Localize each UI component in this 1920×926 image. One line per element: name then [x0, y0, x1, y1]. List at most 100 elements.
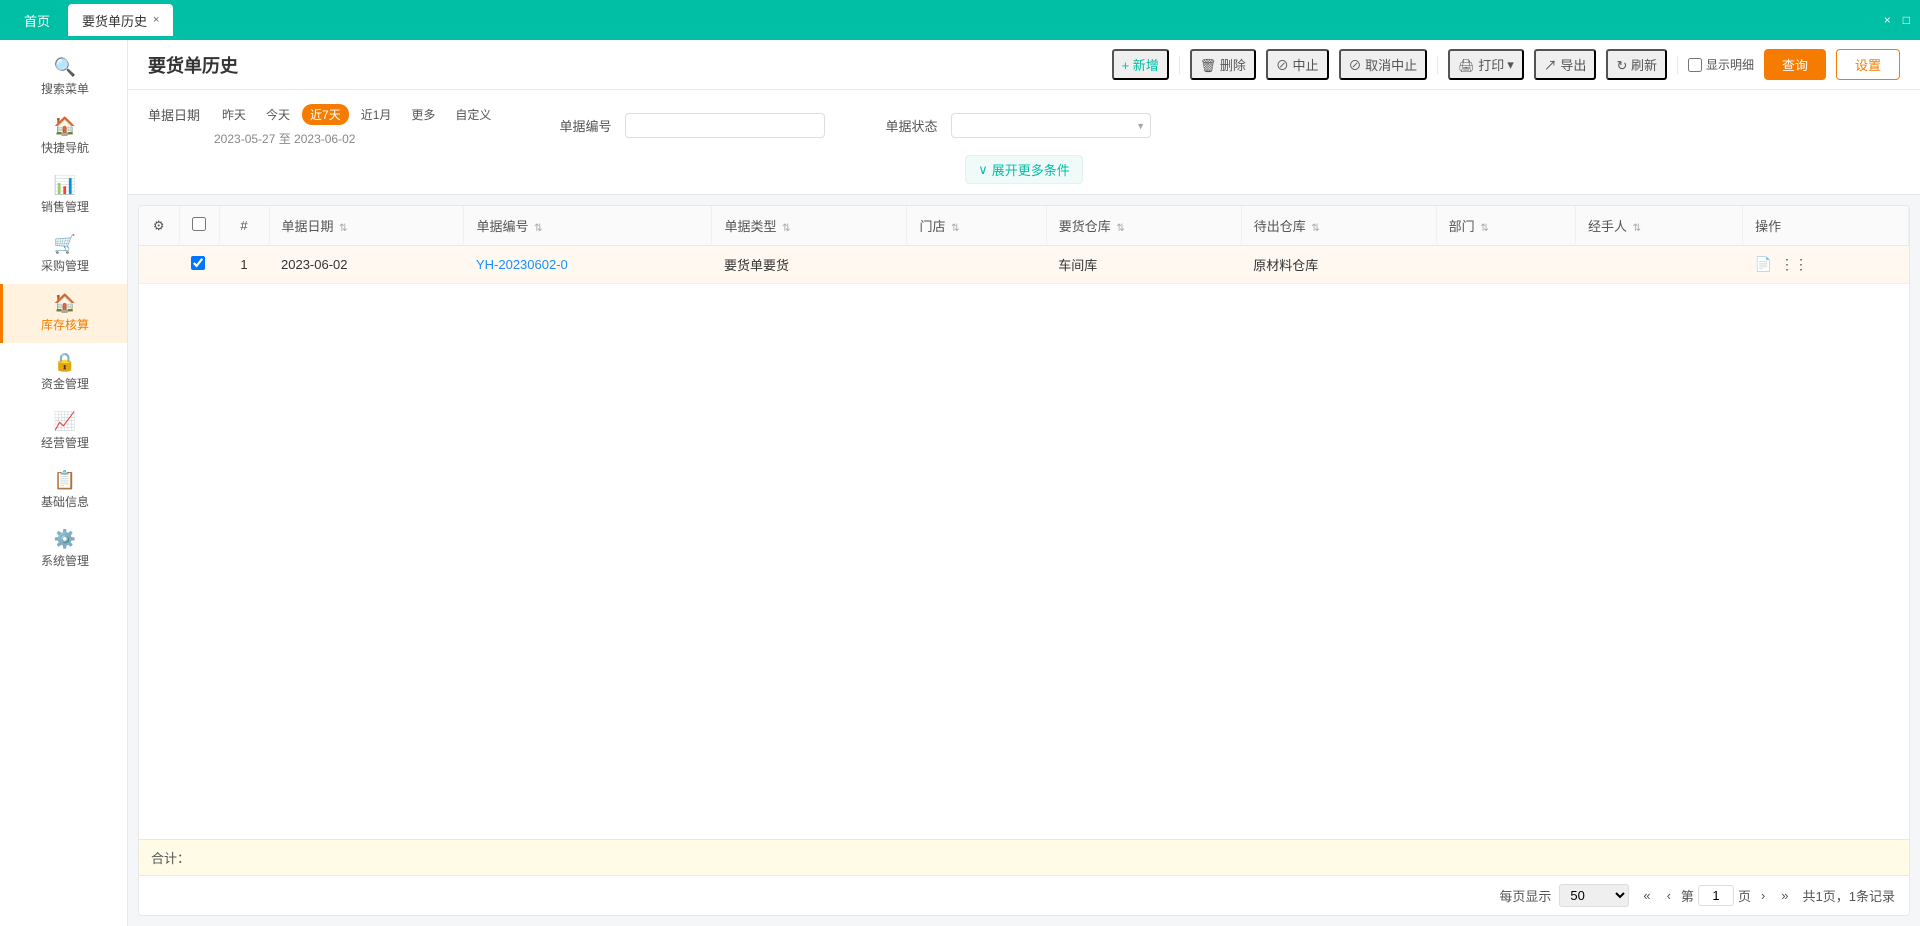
date-btn-7days[interactable]: 近7天 — [302, 104, 349, 125]
first-page-btn[interactable]: « — [1637, 886, 1656, 905]
basic-info-icon: 📋 — [54, 471, 76, 489]
next-page-btn[interactable]: › — [1755, 886, 1771, 905]
inventory-icon: 🏠 — [54, 294, 76, 312]
th-store: 门店 ⇅ — [907, 206, 1046, 246]
stop-button[interactable]: ⊘ 中止 — [1266, 49, 1329, 80]
sort-orderno-icon[interactable]: ⇅ — [534, 223, 542, 234]
sidebar-item-basic-info[interactable]: 📋 基础信息 — [0, 461, 127, 520]
per-page-select[interactable]: 50 10 20 100 — [1559, 884, 1629, 907]
expand-more-button[interactable]: ∨ 展开更多条件 — [965, 155, 1083, 184]
close-tab-icon[interactable]: × — [153, 14, 159, 26]
td-actions: 📄 ⋮⋮ — [1743, 246, 1909, 284]
td-store — [907, 246, 1046, 284]
sort-dept-icon[interactable]: ⇅ — [1480, 223, 1488, 234]
sidebar-item-purchase[interactable]: 🛒 采购管理 — [0, 225, 127, 284]
page-number-input[interactable] — [1698, 885, 1734, 906]
order-no-link[interactable]: YH-20230602-0 — [476, 257, 568, 272]
sidebar-item-sales[interactable]: 📊 销售管理 — [0, 166, 127, 225]
sidebar-item-system[interactable]: ⚙️ 系统管理 — [0, 520, 127, 579]
row-more-icon[interactable]: ⋮⋮ — [1780, 256, 1808, 273]
th-pending-warehouse: 待出仓库 ⇅ — [1241, 206, 1436, 246]
td-req-warehouse: 车间库 — [1046, 246, 1241, 284]
table-header-row: ⚙ # 单据日期 ⇅ 单据编号 — [139, 206, 1909, 246]
divider-2 — [1437, 56, 1438, 74]
page-title: 要货单历史 — [148, 52, 238, 78]
finance-icon: 🔒 — [54, 353, 76, 371]
table-settings-icon[interactable]: ⚙ — [153, 218, 165, 233]
row-checkbox[interactable] — [191, 256, 205, 270]
date-btn-today[interactable]: 今天 — [258, 104, 298, 125]
layout: 🔍 搜索菜单 🏠 快捷导航 📊 销售管理 🛒 采购管理 🏠 库存核算 🔒 资金管… — [0, 40, 1920, 926]
order-no-label: 单据编号 — [559, 116, 619, 135]
sidebar-item-search-menu[interactable]: 🔍 搜索菜单 — [0, 48, 127, 107]
td-type: 要货单要货 — [712, 246, 907, 284]
add-button[interactable]: + 新增 — [1112, 49, 1169, 80]
sort-reqwh-icon[interactable]: ⇅ — [1116, 223, 1124, 234]
search-menu-icon: 🔍 — [54, 58, 76, 76]
status-select[interactable] — [951, 113, 1151, 138]
order-no-filter: 单据编号 — [559, 113, 825, 138]
th-date: 单据日期 ⇅ — [269, 206, 464, 246]
td-handler — [1575, 246, 1742, 284]
filter-area: 单据日期 昨天 今天 近7天 近1月 更多 自定义 2023-05-27 至 2… — [128, 90, 1920, 195]
td-checkbox — [179, 246, 219, 284]
td-settings — [139, 246, 179, 284]
td-date: 2023-06-02 — [269, 246, 464, 284]
th-settings[interactable]: ⚙ — [139, 206, 179, 246]
cancel-stop-button[interactable]: ⊘ 取消中止 — [1339, 49, 1428, 80]
td-pending-warehouse: 原材料仓库 — [1241, 246, 1436, 284]
window-close-btn[interactable]: × — [1884, 13, 1891, 27]
tab-home[interactable]: 首页 — [10, 4, 64, 36]
export-button[interactable]: ↗ 导出 — [1534, 49, 1597, 80]
sort-pendingwh-icon[interactable]: ⇅ — [1311, 223, 1319, 234]
date-label: 单据日期 — [148, 105, 208, 124]
date-btn-custom[interactable]: 自定义 — [447, 104, 499, 125]
tab-active[interactable]: 要货单历史 × — [68, 4, 173, 36]
date-range-text: 2023-05-27 至 2023-06-02 — [214, 130, 499, 147]
date-filter: 单据日期 昨天 今天 近7天 近1月 更多 自定义 2023-05-27 至 2… — [148, 104, 499, 147]
sidebar-item-inventory[interactable]: 🏠 库存核算 — [0, 284, 127, 343]
settings-button[interactable]: 设置 — [1836, 49, 1900, 80]
per-page-label: 每页显示 — [1499, 886, 1551, 905]
select-all-checkbox[interactable] — [192, 217, 206, 231]
top-bar: 首页 要货单历史 × × □ — [0, 0, 1920, 40]
show-detail-toggle[interactable]: 显示明细 — [1688, 56, 1754, 73]
window-minimize-btn[interactable]: □ — [1903, 13, 1910, 27]
show-detail-checkbox[interactable] — [1688, 58, 1702, 72]
date-btn-1month[interactable]: 近1月 — [353, 104, 400, 125]
divider-3 — [1677, 56, 1678, 74]
th-handler: 经手人 ⇅ — [1575, 206, 1742, 246]
sidebar-item-quick-nav[interactable]: 🏠 快捷导航 — [0, 107, 127, 166]
home-icon: 🏠 — [54, 117, 76, 135]
print-button[interactable]: 🖨 打印 ▾ — [1448, 49, 1524, 80]
last-page-btn[interactable]: » — [1775, 886, 1794, 905]
date-buttons: 昨天 今天 近7天 近1月 更多 自定义 — [214, 104, 499, 125]
delete-button[interactable]: 🗑 删除 — [1190, 49, 1256, 80]
date-btn-more[interactable]: 更多 — [403, 104, 443, 125]
prev-page-btn[interactable]: ‹ — [1661, 886, 1677, 905]
sales-icon: 📊 — [54, 176, 76, 194]
th-type: 单据类型 ⇅ — [712, 206, 907, 246]
row-actions: 📄 ⋮⋮ — [1755, 256, 1897, 273]
order-no-input[interactable] — [625, 113, 825, 138]
th-num: # — [219, 206, 269, 246]
query-button[interactable]: 查询 — [1764, 49, 1826, 80]
expand-row: ∨ 展开更多条件 — [148, 155, 1900, 184]
row-edit-icon[interactable]: 📄 — [1755, 256, 1772, 273]
th-checkbox — [179, 206, 219, 246]
table-area: ⚙ # 单据日期 ⇅ 单据编号 — [138, 205, 1910, 916]
sort-date-icon[interactable]: ⇅ — [339, 223, 347, 234]
table-body: 1 2023-06-02 YH-20230602-0 要货单要货 车间库 原材料… — [139, 246, 1909, 284]
expand-icon: ∨ — [978, 162, 988, 178]
td-department — [1436, 246, 1575, 284]
sidebar-item-finance[interactable]: 🔒 资金管理 — [0, 343, 127, 402]
sort-store-icon[interactable]: ⇅ — [951, 223, 959, 234]
date-btn-yesterday[interactable]: 昨天 — [214, 104, 254, 125]
toolbar: + 新增 🗑 删除 ⊘ 中止 ⊘ 取消中止 🖨 打印 ▾ ↗ 导出 ↻ 刷新 显… — [1112, 49, 1900, 80]
sort-type-icon[interactable]: ⇅ — [782, 223, 790, 234]
sort-handler-icon[interactable]: ⇅ — [1633, 223, 1641, 234]
system-icon: ⚙️ — [54, 530, 76, 548]
th-req-warehouse: 要货仓库 ⇅ — [1046, 206, 1241, 246]
sidebar-item-operations[interactable]: 📈 经营管理 — [0, 402, 127, 461]
refresh-button[interactable]: ↻ 刷新 — [1606, 49, 1667, 80]
